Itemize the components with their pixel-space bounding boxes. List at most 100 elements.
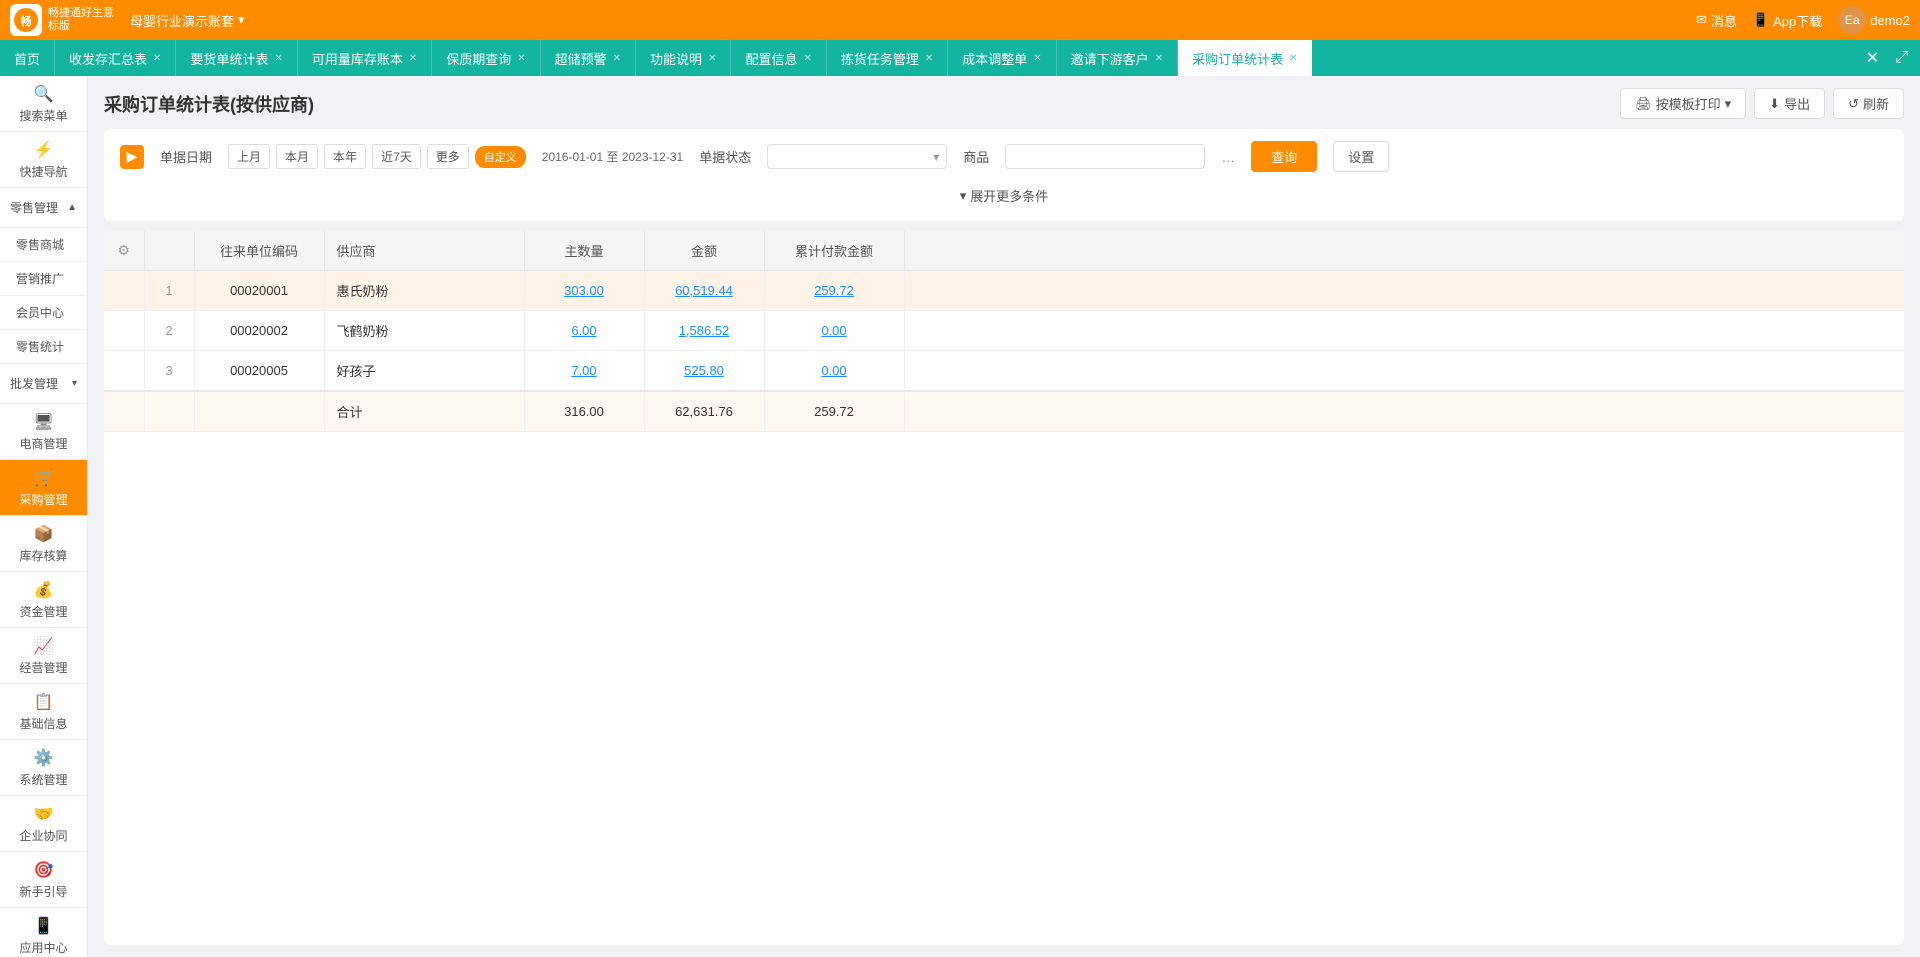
tab-close-icon[interactable]: ✕	[1155, 53, 1163, 64]
tab-overstock-warning[interactable]: 超储预警 ✕	[541, 40, 636, 76]
tab-close-icon[interactable]: ✕	[708, 53, 716, 64]
status-select[interactable]	[767, 144, 947, 169]
sidebar-item-system[interactable]: ⚙️ 系统管理	[0, 740, 87, 796]
sidebar-item-ecommerce[interactable]: 🖥 电商管理	[0, 404, 87, 460]
sidebar-item-label: 采购管理	[19, 491, 67, 508]
tab-shelf-life[interactable]: 保质期查询 ✕	[432, 40, 540, 76]
goods-input[interactable]	[1005, 144, 1205, 169]
tab-function-desc[interactable]: 功能说明 ✕	[636, 40, 731, 76]
purchase-icon: 🛒	[34, 468, 54, 488]
expand-arrow-btn[interactable]: ▶	[120, 145, 144, 169]
settings-button[interactable]: 设置	[1333, 141, 1389, 172]
nav-tabs-end: ✕ ⤢	[1854, 40, 1920, 76]
sidebar-item-label: 会员中心	[16, 304, 64, 321]
date-btn-this-month[interactable]: 本月	[276, 144, 318, 169]
logo-text: 畅捷通好生意 标版	[48, 7, 114, 33]
th-code: 往来单位编码	[194, 231, 324, 271]
sidebar-item-label: 零售商城	[16, 236, 64, 253]
chevron-down-icon: ▾	[960, 188, 967, 204]
expand-more-btn[interactable]: ▾ 展开更多条件	[952, 182, 1057, 209]
sidebar-item-finance[interactable]: 💰 资金管理	[0, 572, 87, 628]
sidebar-item-quick-nav[interactable]: ⚡ 快捷导航	[0, 132, 87, 188]
table-row: 2 00020002 飞鹤奶粉 6.00 1,586.52 0.00	[104, 311, 1904, 351]
th-num	[144, 231, 194, 271]
column-settings-btn[interactable]: ⚙	[117, 242, 130, 259]
sidebar-item-label: 搜索菜单	[19, 107, 67, 124]
data-table: ⚙ 往来单位编码 供应商 主数量 金额 累计付款金额	[104, 231, 1904, 432]
refresh-button[interactable]: ↺ 刷新	[1833, 88, 1904, 119]
sidebar-item-marketing[interactable]: 营销推广	[0, 262, 87, 296]
sidebar-item-enterprise[interactable]: 🤝 企业协同	[0, 796, 87, 852]
tab-close-icon[interactable]: ✕	[517, 53, 525, 64]
tab-label: 邀请下游客户	[1071, 49, 1149, 68]
th-cumulative: 累计付款金额	[764, 231, 904, 271]
td-qty: 7.00	[524, 351, 644, 392]
sidebar-item-purchase[interactable]: 🛒 采购管理	[0, 460, 87, 516]
tab-invite-downstream[interactable]: 邀请下游客户 ✕	[1057, 40, 1178, 76]
tab-label: 要货单统计表	[190, 49, 268, 68]
tab-close-icon[interactable]: ✕	[803, 53, 811, 64]
sidebar-item-new-guide[interactable]: 🎯 新手引导	[0, 852, 87, 908]
sidebar-item-label: 资金管理	[19, 603, 67, 620]
print-button[interactable]: 🖨 按模板打印 ▾	[1620, 88, 1746, 119]
td-supplier: 好孩子	[324, 351, 524, 392]
print-label: 按模板打印	[1656, 94, 1721, 113]
tab-home[interactable]: 首页	[0, 40, 55, 76]
footer-qty: 316.00	[524, 391, 644, 432]
sidebar-item-label: 批发管理	[10, 375, 58, 392]
tab-order-stats[interactable]: 要货单统计表 ✕	[176, 40, 297, 76]
sidebar-item-retail-stats[interactable]: 零售统计	[0, 330, 87, 364]
sidebar-item-retail-mgmt[interactable]: 零售管理 ▲	[0, 188, 87, 228]
footer-label: 合计	[324, 391, 524, 432]
user-info[interactable]: Ea demo2	[1838, 6, 1910, 34]
svg-text:畅: 畅	[21, 14, 32, 28]
query-button[interactable]: 查询	[1251, 141, 1317, 172]
operations-icon: 📈	[34, 636, 54, 656]
tab-purchase-order-stats[interactable]: 采购订单统计表 ✕	[1178, 40, 1312, 76]
content-area: 采购订单统计表(按供应商) 🖨 按模板打印 ▾ ⬇ 导出 ↺ 刷新	[88, 76, 1920, 957]
goods-more-icon[interactable]: …	[1221, 149, 1235, 165]
tab-close-icon[interactable]: ✕	[613, 53, 621, 64]
export-button[interactable]: ⬇ 导出	[1754, 88, 1825, 119]
sidebar-item-retail-mall[interactable]: 零售商城	[0, 228, 87, 262]
tab-close-icon[interactable]: ✕	[1033, 53, 1041, 64]
tab-inventory-summary[interactable]: 收发存汇总表 ✕	[55, 40, 176, 76]
sidebar-item-wholesale[interactable]: 批发管理 ▾	[0, 364, 87, 404]
td-settings	[104, 351, 144, 392]
date-btn-last-month[interactable]: 上月	[228, 144, 270, 169]
sidebar-item-label: 经营管理	[19, 659, 67, 676]
logo-area: 畅 畅捷通好生意 标版	[10, 4, 114, 36]
date-custom-badge[interactable]: 自定义	[475, 146, 526, 168]
tab-available-inventory[interactable]: 可用量库存账本 ✕	[298, 40, 432, 76]
tab-picking[interactable]: 拣货任务管理 ✕	[827, 40, 948, 76]
sidebar-item-search[interactable]: 🔍 搜索菜单	[0, 76, 87, 132]
td-amount: 1,586.52	[644, 311, 764, 351]
date-btn-more[interactable]: 更多	[427, 144, 469, 169]
message-btn[interactable]: ✉ 消息	[1696, 11, 1737, 30]
sidebar-item-app-center[interactable]: 📱 应用中心	[0, 908, 87, 957]
sidebar-item-basic-info[interactable]: 📋 基础信息	[0, 684, 87, 740]
chevron-up-icon: ▲	[67, 202, 77, 213]
workspace-selector[interactable]: 母婴行业演示账套 ▾	[122, 7, 253, 34]
nav-tabs-close-all[interactable]: ✕	[1862, 46, 1883, 70]
message-icon: ✉	[1696, 12, 1707, 28]
tab-label: 配置信息	[745, 49, 797, 68]
sidebar-item-member[interactable]: 会员中心	[0, 296, 87, 330]
inventory-icon: 📦	[34, 524, 54, 544]
tab-close-icon[interactable]: ✕	[1289, 53, 1297, 64]
sidebar-item-operations[interactable]: 📈 经营管理	[0, 628, 87, 684]
date-btn-this-year[interactable]: 本年	[324, 144, 366, 169]
tab-close-icon[interactable]: ✕	[925, 53, 933, 64]
tab-cost-adjust[interactable]: 成本调整单 ✕	[948, 40, 1056, 76]
date-btn-7days[interactable]: 近7天	[372, 144, 421, 169]
tab-close-icon[interactable]: ✕	[274, 53, 282, 64]
nav-tabs-fullscreen[interactable]: ⤢	[1891, 47, 1912, 69]
tab-close-icon[interactable]: ✕	[409, 53, 417, 64]
workspace-arrow: ▾	[238, 12, 245, 28]
th-settings: ⚙	[104, 231, 144, 271]
sidebar-item-inventory[interactable]: 📦 库存核算	[0, 516, 87, 572]
tab-close-icon[interactable]: ✕	[153, 53, 161, 64]
app-download-btn[interactable]: 📱 App下载	[1753, 11, 1822, 30]
tab-config[interactable]: 配置信息 ✕	[731, 40, 826, 76]
sidebar-item-label: 零售统计	[16, 338, 64, 355]
